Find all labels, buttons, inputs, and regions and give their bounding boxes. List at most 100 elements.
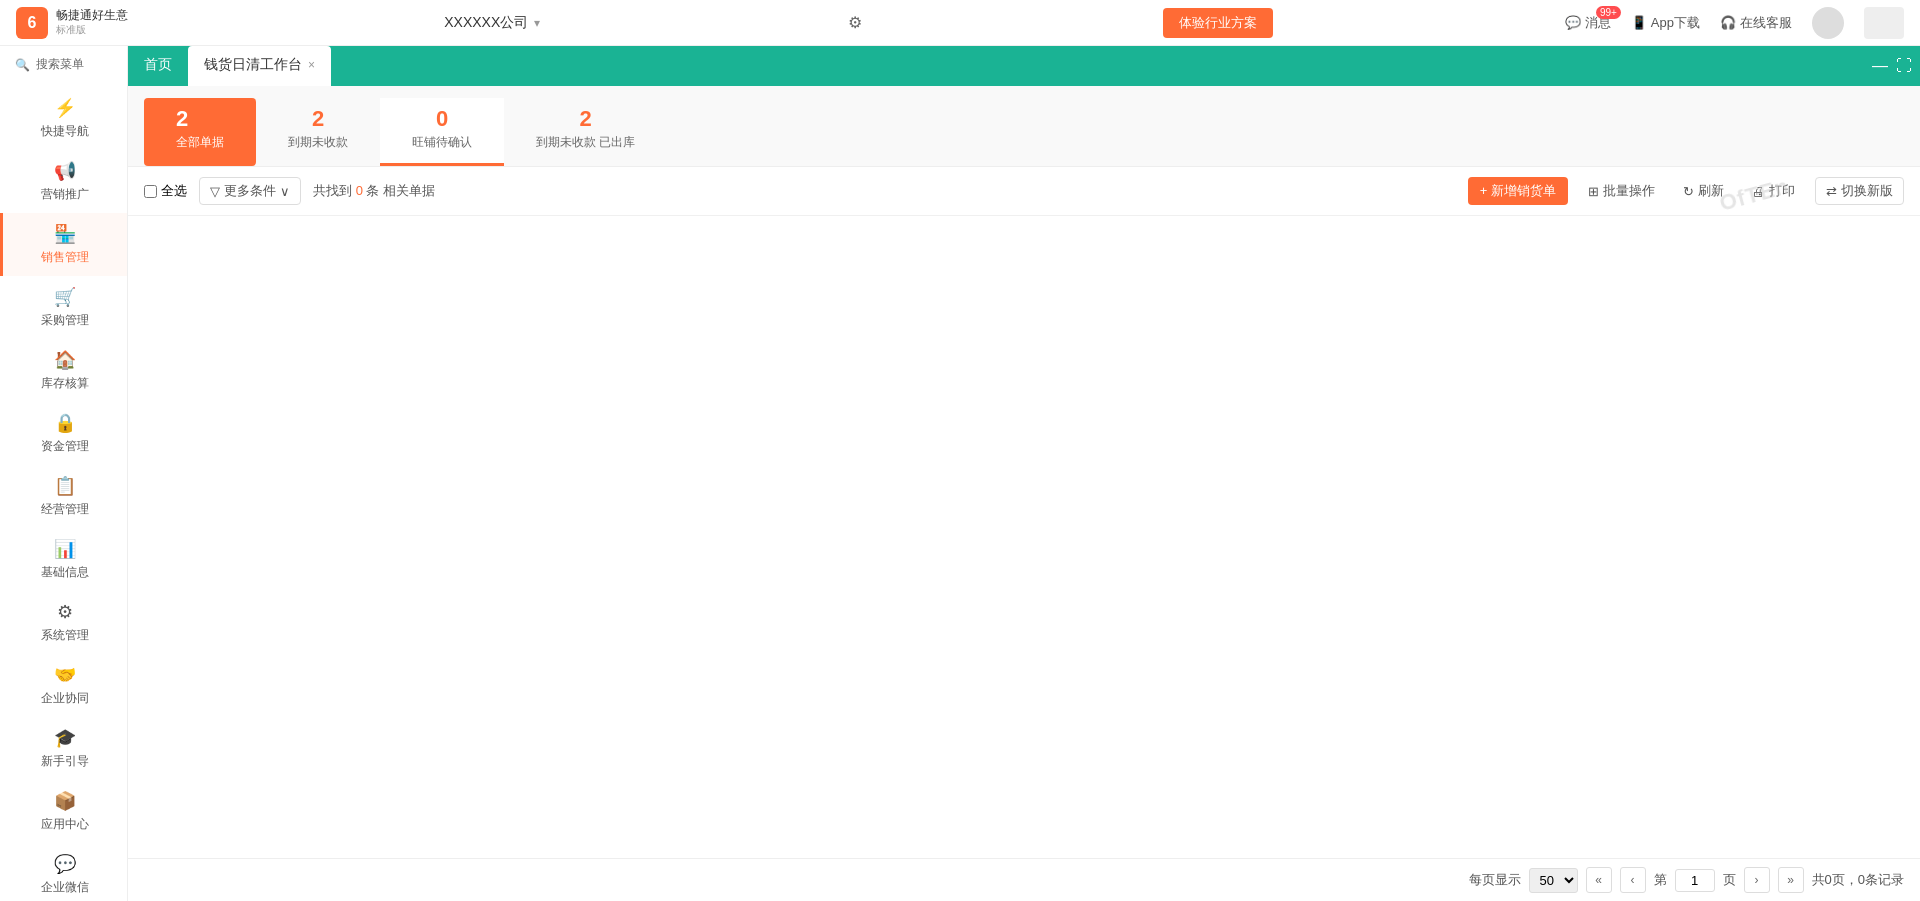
filter-button[interactable]: ▽ 更多条件 ∨ <box>199 177 301 205</box>
stat-unshipped-number: 2 <box>580 106 592 132</box>
stat-overdue-label: 到期未收款 <box>288 134 348 151</box>
message-icon: 💬 <box>1565 15 1581 30</box>
stat-all-number: 2 <box>176 106 224 132</box>
stat-tab-pending[interactable]: 0 旺铺待确认 <box>380 98 504 166</box>
stat-pending-label: 旺铺待确认 <box>412 134 472 151</box>
message-badge: 99+ <box>1596 6 1621 19</box>
sidebar-item-enterprise[interactable]: 🤝 企业协同 <box>0 654 127 717</box>
sidebar-label-marketing: 营销推广 <box>41 186 89 203</box>
sidebar-item-app-center[interactable]: 📦 应用中心 <box>0 780 127 843</box>
prev-page-button[interactable]: ‹ <box>1620 867 1646 893</box>
filter-arrow-icon: ∨ <box>280 184 290 199</box>
switch-version-icon: ⇄ <box>1826 184 1837 199</box>
sidebar-item-wechat[interactable]: 💬 企业微信 <box>0 843 127 901</box>
tab-home[interactable]: 首页 <box>128 46 188 86</box>
add-sales-order-button[interactable]: + 新增销货单 <box>1468 177 1568 205</box>
per-page-select[interactable]: 50 <box>1529 868 1578 893</box>
purchase-icon: 🛒 <box>54 286 76 308</box>
checkbox-input[interactable] <box>144 185 157 198</box>
tab-maximize-btn[interactable]: ⛶ <box>1896 57 1912 75</box>
toolbar-right: + 新增销货单 ⊞ 批量操作 ↻ 刷新 🖨 打印 ⇄ <box>1468 177 1904 205</box>
count-suffix: 条 相关单据 <box>366 183 435 198</box>
switch-version-button[interactable]: ⇄ 切换新版 <box>1815 177 1904 205</box>
sidebar-item-basic-info[interactable]: 📊 基础信息 <box>0 528 127 591</box>
company-name: XXXXXX公司 <box>444 14 528 32</box>
page-number-input[interactable] <box>1675 869 1715 892</box>
sidebar-label-operations: 经营管理 <box>41 501 89 518</box>
app-download-label: App下载 <box>1651 14 1700 32</box>
stat-tab-unshipped[interactable]: 2 到期未收款 已出库 <box>504 98 667 166</box>
avatar[interactable] <box>1812 7 1844 39</box>
logo-text-block: 畅捷通好生意 标准版 <box>56 8 128 38</box>
count-number: 0 <box>356 183 363 198</box>
system-icon: ⚙ <box>57 601 73 623</box>
sidebar-label-quick-nav: 快捷导航 <box>41 123 89 140</box>
batch-icon: ⊞ <box>1588 184 1599 199</box>
count-prefix: 共找到 <box>313 183 352 198</box>
next-page-button[interactable]: › <box>1744 867 1770 893</box>
switch-version-label: 切换新版 <box>1841 182 1893 200</box>
search-icon: 🔍 <box>15 58 30 72</box>
sidebar-item-search[interactable]: 🔍 搜索菜单 <box>0 46 127 83</box>
count-display: 共找到 0 条 相关单据 <box>313 182 435 200</box>
sidebar-label-purchase: 采购管理 <box>41 312 89 329</box>
sidebar-label-system: 系统管理 <box>41 627 89 644</box>
trial-button[interactable]: 体验行业方案 <box>1163 8 1273 38</box>
download-icon: 📱 <box>1631 15 1647 30</box>
message-button[interactable]: 💬 消息 99+ <box>1565 14 1611 32</box>
page-content: 2 全部单据 2 到期未收款 0 旺铺待确认 2 到期未收款 已出库 <box>128 86 1920 901</box>
tab-bar-right: — ⛶ <box>1872 57 1920 75</box>
online-service-button[interactable]: 🎧 在线客服 <box>1720 14 1792 32</box>
search-menu-label: 搜索菜单 <box>36 56 84 73</box>
refresh-icon: ↻ <box>1683 184 1694 199</box>
page-suffix: 页 <box>1723 871 1736 889</box>
last-page-button[interactable]: » <box>1778 867 1804 893</box>
header-right: 💬 消息 99+ 📱 App下载 🎧 在线客服 <box>1565 7 1904 39</box>
company-arrow-icon: ▾ <box>534 16 540 30</box>
stat-overdue-number: 2 <box>312 106 324 132</box>
page-label: 第 <box>1654 871 1667 889</box>
sidebar-item-quick-nav[interactable]: ⚡ 快捷导航 <box>0 87 127 150</box>
sidebar-label-enterprise: 企业协同 <box>41 690 89 707</box>
app-download-button[interactable]: 📱 App下载 <box>1631 14 1700 32</box>
sidebar-item-purchase[interactable]: 🛒 采购管理 <box>0 276 127 339</box>
user-name-badge[interactable] <box>1864 7 1904 39</box>
sidebar: 🔍 搜索菜单 ⚡ 快捷导航 📢 营销推广 🏪 销售管理 🛒 采购管理 🏠 库存核… <box>0 46 128 901</box>
sidebar-label-basic-info: 基础信息 <box>41 564 89 581</box>
first-page-button[interactable]: « <box>1586 867 1612 893</box>
content-area: 首页 钱货日清工作台 × — ⛶ 2 全部单据 2 到期未收款 <box>128 46 1920 901</box>
tab-bar: 首页 钱货日清工作台 × — ⛶ <box>128 46 1920 86</box>
select-all-label: 全选 <box>161 182 187 200</box>
batch-operation-button[interactable]: ⊞ 批量操作 <box>1580 178 1663 204</box>
sidebar-item-sales[interactable]: 🏪 销售管理 <box>0 213 127 276</box>
sidebar-item-operations[interactable]: 📋 经营管理 <box>0 465 127 528</box>
operations-icon: 📋 <box>54 475 76 497</box>
settings-button[interactable]: ⚙ <box>840 8 870 38</box>
logo-icon: 6 <box>16 7 48 39</box>
filter-label: 更多条件 <box>224 182 276 200</box>
select-all-checkbox[interactable]: 全选 <box>144 182 187 200</box>
company-selector[interactable]: XXXXXX公司 ▾ <box>436 10 548 36</box>
stat-pending-number: 0 <box>436 106 448 132</box>
basic-info-icon: 📊 <box>54 538 76 560</box>
sidebar-item-system[interactable]: ⚙ 系统管理 <box>0 591 127 654</box>
tab-workbench[interactable]: 钱货日清工作台 × <box>188 46 331 86</box>
sidebar-item-inventory[interactable]: 🏠 库存核算 <box>0 339 127 402</box>
top-header: 6 畅捷通好生意 标准版 XXXXXX公司 ▾ ⚙ 体验行业方案 💬 消息 99… <box>0 0 1920 46</box>
tab-minimize-btn[interactable]: — <box>1872 57 1888 75</box>
stat-tab-overdue-unpaid[interactable]: 2 到期未收款 <box>256 98 380 166</box>
stat-tab-all[interactable]: 2 全部单据 <box>144 98 256 166</box>
batch-label: 批量操作 <box>1603 182 1655 200</box>
sidebar-item-marketing[interactable]: 📢 营销推广 <box>0 150 127 213</box>
app-center-icon: 📦 <box>54 790 76 812</box>
tab-close-icon[interactable]: × <box>308 58 315 72</box>
pagination: 每页显示 50 « ‹ 第 页 › » 共0页，0条记录 <box>128 858 1920 901</box>
online-service-label: 在线客服 <box>1740 14 1792 32</box>
stat-unshipped-label: 到期未收款 已出库 <box>536 134 635 151</box>
finance-icon: 🔒 <box>54 412 76 434</box>
service-icon: 🎧 <box>1720 15 1736 30</box>
toolbar: 全选 ▽ 更多条件 ∨ 共找到 0 条 相关单据 + 新增销货单 ⊞ 批量操作 <box>128 167 1920 216</box>
sidebar-item-guide[interactable]: 🎓 新手引导 <box>0 717 127 780</box>
sidebar-label-inventory: 库存核算 <box>41 375 89 392</box>
sidebar-item-finance[interactable]: 🔒 资金管理 <box>0 402 127 465</box>
